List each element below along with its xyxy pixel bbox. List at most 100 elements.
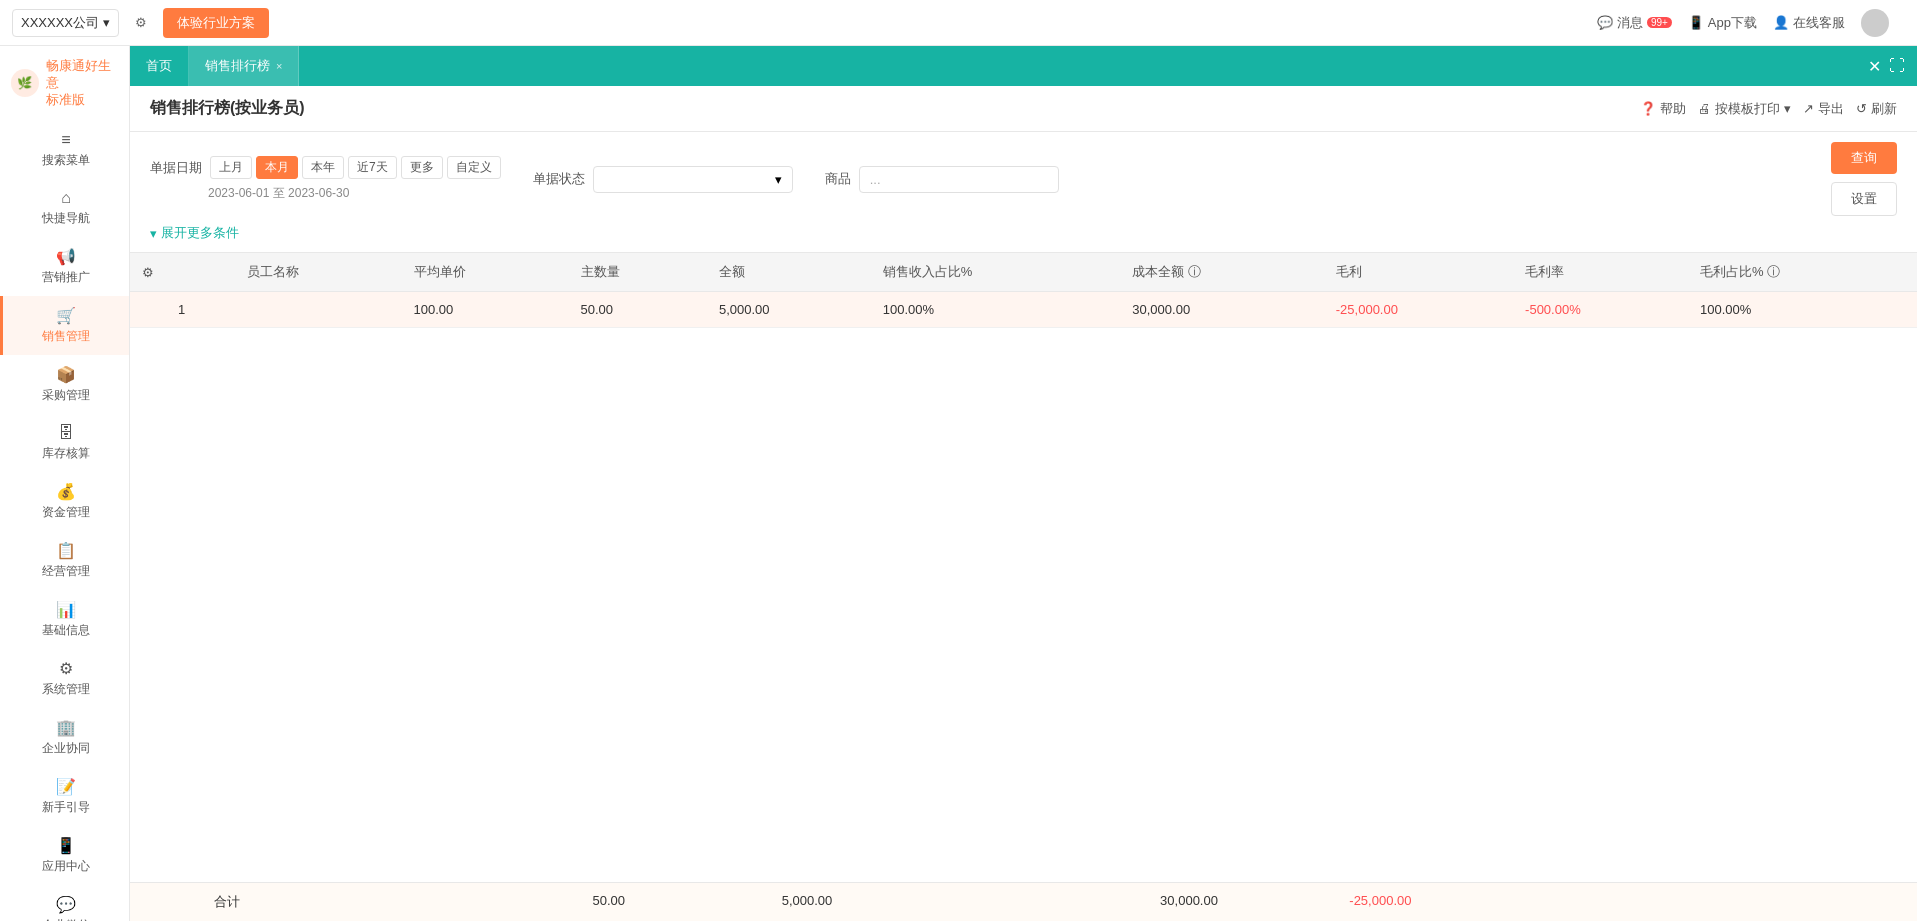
sidebar-item-apps[interactable]: 📱 应用中心 (0, 826, 129, 885)
sidebar-label-system: 系统管理 (42, 681, 90, 698)
sidebar-item-marketing[interactable]: 📢 营销推广 (0, 237, 129, 296)
trial-button[interactable]: 体验行业方案 (163, 8, 269, 38)
sidebar-icon-quick-nav: ⌂ (61, 189, 71, 207)
sidebar-icon-purchase: 📦 (56, 365, 76, 384)
date-label: 单据日期 (150, 159, 202, 177)
export-icon: ↗ (1803, 101, 1814, 116)
footer-amount: 5,000.00 (770, 893, 959, 911)
app-download-label: App下载 (1708, 14, 1757, 32)
sidebar-item-inventory[interactable]: 🗄 库存核算 (0, 414, 129, 472)
date-btn-自定义[interactable]: 自定义 (447, 156, 501, 179)
cell-gross: -25,000.00 (1324, 292, 1513, 328)
online-service-label: 在线客服 (1793, 14, 1845, 32)
print-chevron-icon: ▾ (1784, 101, 1791, 116)
sidebar-label-marketing: 营销推广 (42, 269, 90, 286)
sidebar-label-inventory: 库存核算 (42, 445, 90, 462)
sidebar-label-guide: 新手引导 (42, 799, 90, 816)
app-download-btn[interactable]: 📱 App下载 (1688, 14, 1757, 32)
cell-sales-pct: 100.00% (871, 292, 1120, 328)
cell-gross-pct: 100.00% (1688, 292, 1917, 328)
chevron-down-icon: ▾ (103, 15, 110, 30)
sidebar-label-quick-nav: 快捷导航 (42, 210, 90, 227)
sidebar-item-enterprise[interactable]: 🏢 企业协同 (0, 708, 129, 767)
page-title: 销售排行榜(按业务员) (150, 98, 305, 119)
date-btn-上月[interactable]: 上月 (210, 156, 252, 179)
sidebar-label-purchase: 采购管理 (42, 387, 90, 404)
refresh-label: 刷新 (1871, 100, 1897, 118)
sidebar-label-sales: 销售管理 (42, 328, 90, 345)
th-settings: ⚙ (130, 253, 166, 292)
settings-icon-btn[interactable]: ⚙ (127, 9, 155, 37)
online-service-btn[interactable]: 👤 在线客服 (1773, 14, 1845, 32)
goods-filter-group: 商品 ... (825, 166, 1059, 193)
avatar[interactable] (1861, 9, 1889, 37)
footer-qty: 50.00 (580, 893, 769, 911)
sidebar-item-quick-nav[interactable]: ⌂ 快捷导航 (0, 179, 129, 237)
tab-bar-maximize-icon[interactable]: ⛶ (1889, 57, 1905, 75)
th-sales-pct: 销售收入占比% (871, 253, 1120, 292)
cell-rank: 1 (166, 292, 235, 328)
sidebar-item-sales[interactable]: 🛒 销售管理 (0, 296, 129, 355)
th-cost: 成本全额 ⓘ (1120, 253, 1323, 292)
footer-cost: 30,000.00 (1148, 893, 1337, 911)
footer-sales-pct (959, 893, 1148, 911)
sidebar-item-operations[interactable]: 📋 经营管理 (0, 531, 129, 590)
export-button[interactable]: ↗ 导出 (1803, 100, 1844, 118)
sidebar-logo: 🌿 畅康通好生意 标准版 (0, 46, 129, 121)
date-btn-近7天[interactable]: 近7天 (348, 156, 397, 179)
sidebar-icon-marketing: 📢 (56, 247, 76, 266)
top-bar-right: 💬 消息 99+ 📱 App下载 👤 在线客服 (1597, 9, 1905, 37)
tab-sales-ranking[interactable]: 销售排行榜 × (189, 46, 299, 86)
sidebar-item-guide[interactable]: 📝 新手引导 (0, 767, 129, 826)
goods-label: 商品 (825, 170, 851, 188)
status-filter-group: 单据状态 ▾ (533, 166, 793, 193)
date-filter-group: 单据日期 上月本月本年近7天更多自定义 2023-06-01 至 2023-06… (150, 156, 501, 202)
date-btn-更多[interactable]: 更多 (401, 156, 443, 179)
sidebar: 🌿 畅康通好生意 标准版 ≡ 搜索菜单 ⌂ 快捷导航 📢 营销推广 🛒 销售管理… (0, 46, 130, 921)
sidebar-item-basic-info[interactable]: 📊 基础信息 (0, 590, 129, 649)
page-header: 销售排行榜(按业务员) ❓ 帮助 🖨 按模板打印 ▾ ↗ 导出 (130, 86, 1917, 132)
sidebar-item-purchase[interactable]: 📦 采购管理 (0, 355, 129, 414)
goods-more-icon: ... (870, 172, 881, 187)
th-avg-price: 平均单价 (402, 253, 569, 292)
table-header: ⚙ 员工名称 平均单价 主数量 全额 销售收入占比% 成本全额 ⓘ 毛利 毛利率… (130, 253, 1917, 292)
message-badge: 99+ (1647, 17, 1672, 28)
date-btn-本年[interactable]: 本年 (302, 156, 344, 179)
status-select[interactable]: ▾ (593, 166, 793, 193)
sidebar-icon-finance: 💰 (56, 482, 76, 501)
sidebar-icon-wechat: 💬 (56, 895, 76, 914)
sidebar-item-system[interactable]: ⚙ 系统管理 (0, 649, 129, 708)
sidebar-icon-guide: 📝 (56, 777, 76, 796)
footer-avg-price (391, 893, 580, 911)
help-button[interactable]: ❓ 帮助 (1640, 100, 1686, 118)
tab-bar-actions: ✕ ⛶ (1868, 57, 1917, 76)
expand-conditions-btn[interactable]: ▾ 展开更多条件 (150, 224, 1897, 242)
tab-close-icon[interactable]: × (276, 60, 282, 72)
goods-input[interactable]: ... (859, 166, 1059, 193)
sidebar-item-finance[interactable]: 💰 资金管理 (0, 472, 129, 531)
tab-bar-close-icon[interactable]: ✕ (1868, 57, 1881, 76)
messages-btn[interactable]: 💬 消息 99+ (1597, 14, 1672, 32)
sidebar-label-finance: 资金管理 (42, 504, 90, 521)
cell-cost: 30,000.00 (1120, 292, 1323, 328)
sidebar-item-wechat[interactable]: 💬 企业微信 (0, 885, 129, 921)
company-selector[interactable]: XXXXXX公司 ▾ (12, 9, 119, 37)
table-row: 1 100.00 50.00 5,000.00 100.00% 30,000.0… (130, 292, 1917, 328)
service-icon: 👤 (1773, 15, 1789, 30)
sidebar-icon-operations: 📋 (56, 541, 76, 560)
sidebar-icon-system: ⚙ (59, 659, 73, 678)
print-template-button[interactable]: 🖨 按模板打印 ▾ (1698, 100, 1791, 118)
date-range: 2023-06-01 至 2023-06-30 (208, 185, 501, 202)
sidebar-item-search-order[interactable]: ≡ 搜索菜单 (0, 121, 129, 179)
footer-rank (172, 893, 202, 911)
tab-bar: 首页 销售排行榜 × ✕ ⛶ (130, 46, 1917, 86)
th-amount: 全额 (707, 253, 871, 292)
sidebar-label-apps: 应用中心 (42, 858, 90, 875)
refresh-button[interactable]: ↺ 刷新 (1856, 100, 1897, 118)
query-area: 查询 设置 (1831, 142, 1897, 216)
settings-button[interactable]: 设置 (1831, 182, 1897, 216)
tab-home[interactable]: 首页 (130, 46, 189, 86)
query-button[interactable]: 查询 (1831, 142, 1897, 174)
filter-bar: 单据日期 上月本月本年近7天更多自定义 2023-06-01 至 2023-06… (130, 132, 1917, 253)
date-btn-本月[interactable]: 本月 (256, 156, 298, 179)
